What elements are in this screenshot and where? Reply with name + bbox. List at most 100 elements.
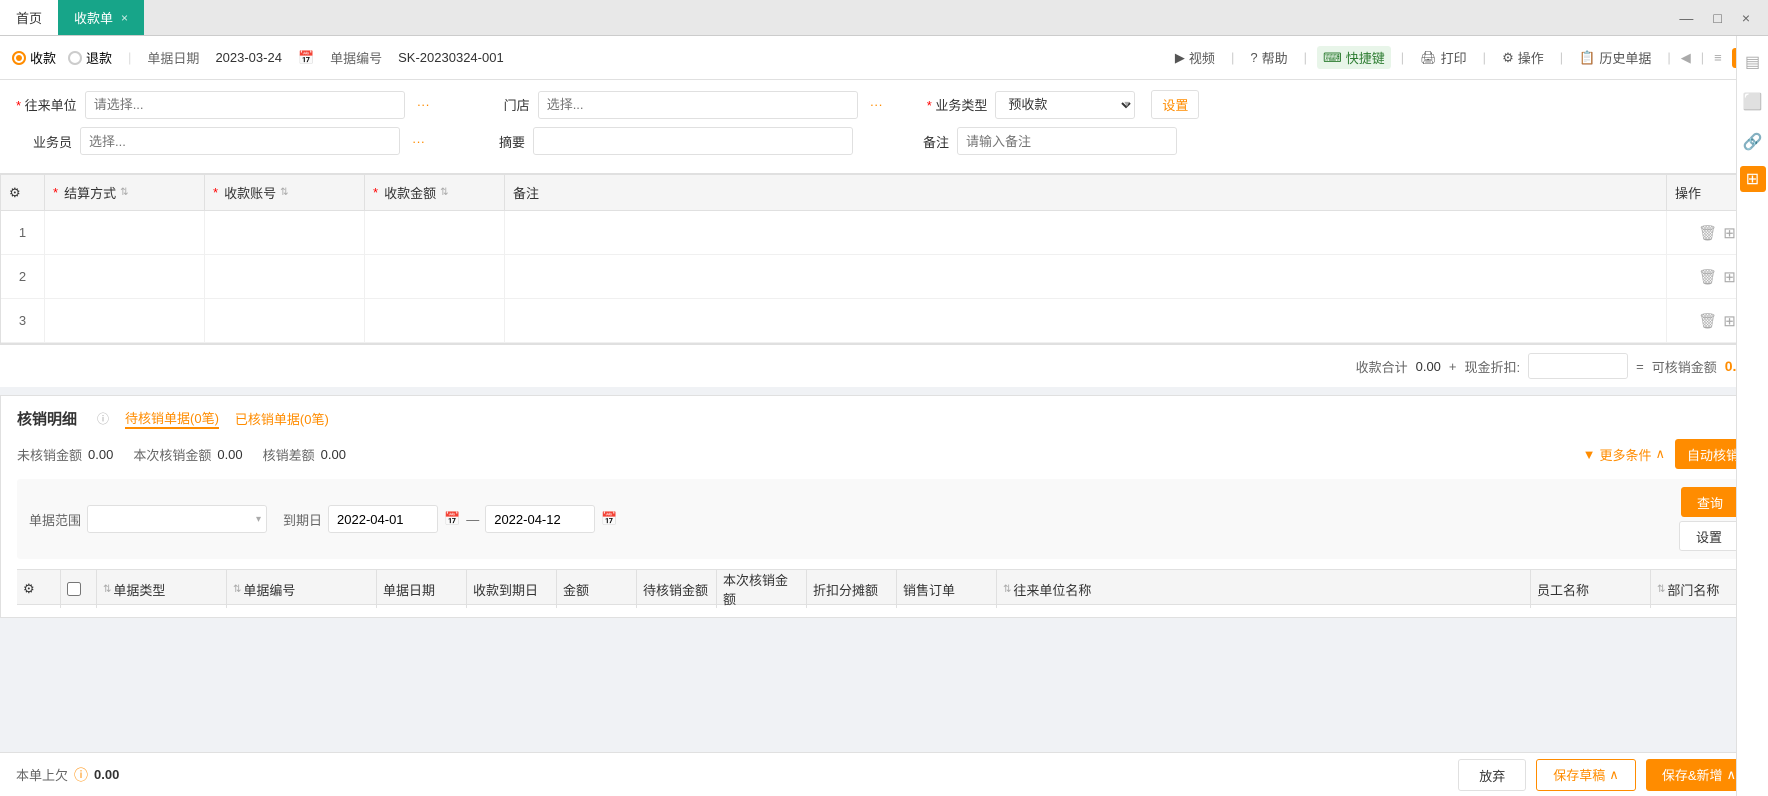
sort-icon-partner[interactable]: ⇅: [1003, 584, 1011, 595]
history-button[interactable]: 📋 历史单据: [1573, 46, 1657, 69]
row-1-copy-icon[interactable]: ⊞: [1723, 224, 1736, 242]
list-view-icon[interactable]: ≡: [1714, 50, 1722, 65]
total-label: 收款合计: [1356, 357, 1408, 376]
row-2-delete-icon[interactable]: 🗑: [1698, 268, 1717, 286]
save-draft-button[interactable]: 保存草稿 ∧: [1536, 759, 1636, 791]
row-1-settlement[interactable]: [45, 211, 205, 254]
range-select[interactable]: [87, 505, 267, 533]
row-2-settlement[interactable]: [45, 255, 205, 298]
calendar-icon[interactable]: 📅: [298, 50, 314, 66]
partner-more-icon[interactable]: ···: [413, 97, 434, 112]
biz-type-select[interactable]: 预收款: [995, 91, 1135, 119]
row-2-amount[interactable]: [365, 255, 505, 298]
notes-label: 备注: [893, 132, 949, 151]
summary-input[interactable]: [533, 127, 853, 155]
amount-sort-icon[interactable]: ⇅: [440, 187, 448, 198]
settings-button[interactable]: 设置: [1151, 90, 1199, 119]
date-value[interactable]: 2023-03-24: [215, 50, 282, 65]
row-2-remark[interactable]: [505, 255, 1667, 298]
footer-info-icon[interactable]: ⓘ: [74, 765, 88, 785]
row-2-copy-icon[interactable]: ⊞: [1723, 268, 1736, 286]
tab-close-icon[interactable]: ×: [121, 11, 128, 25]
date-to-input[interactable]: [485, 505, 595, 533]
tab-home[interactable]: 首页: [0, 0, 58, 35]
diff-amount-item: 核销差额 0.00: [263, 445, 346, 464]
row-3-delete-icon[interactable]: 🗑: [1698, 312, 1717, 330]
right-panel: ▤ ⬜ 🔗 ⊞: [1736, 36, 1768, 796]
doc-num-col: ⇅ 单据编号: [227, 570, 377, 608]
discount-label-b: 折扣分摊额: [813, 580, 878, 599]
query-button[interactable]: 查询: [1681, 487, 1739, 517]
verify-pending-tab[interactable]: 待核销单据(0笔): [125, 408, 219, 429]
right-panel-icon-4[interactable]: ⊞: [1740, 166, 1766, 192]
video-button[interactable]: ▶ 视频: [1169, 46, 1221, 69]
shop-input[interactable]: [538, 91, 858, 119]
partner-input[interactable]: [85, 91, 405, 119]
main-scroll-area: 往来单位 ··· 门店 ··· 业务类型 预收款 ▾ 设置 业务员 ··· 摘要: [0, 80, 1768, 752]
config-col[interactable]: ⚙: [17, 570, 61, 608]
discount-input[interactable]: [1528, 353, 1628, 379]
notes-input[interactable]: [957, 127, 1177, 155]
minimize-button[interactable]: —: [1673, 8, 1699, 28]
due-date-label: 收款到期日: [473, 580, 538, 599]
print-button[interactable]: 🖨 打印: [1414, 46, 1473, 69]
help-button[interactable]: ? 帮助: [1244, 46, 1293, 69]
row-1-amount[interactable]: [365, 211, 505, 254]
account-sort-icon[interactable]: ⇅: [280, 187, 288, 198]
row-1-account[interactable]: [205, 211, 365, 254]
verify-title: 核销明细: [17, 408, 77, 429]
sort-icon-docnum[interactable]: ⇅: [233, 584, 241, 595]
partner-name-label: 往来单位名称: [1013, 580, 1091, 599]
salesman-input[interactable]: [80, 127, 400, 155]
amount-col-header: * 收款金额 ⇅: [365, 175, 505, 210]
row-3-copy-icon[interactable]: ⊞: [1723, 312, 1736, 330]
verify-completed-tab[interactable]: 已核销单据(0笔): [235, 409, 329, 428]
pending-amount-label: 待核销金额: [643, 580, 708, 599]
number-value[interactable]: SK-20230324-001: [398, 50, 504, 65]
tab-receipt[interactable]: 收款单 ×: [58, 0, 144, 35]
biz-type-label: 业务类型: [927, 95, 988, 114]
right-panel-icon-2[interactable]: ⬜: [1737, 86, 1768, 118]
amount-label: 收款金额: [384, 183, 436, 202]
salesman-more-icon[interactable]: ···: [408, 134, 429, 149]
settlement-sort-icon[interactable]: ⇅: [120, 187, 128, 198]
date-from-calendar-icon[interactable]: 📅: [444, 511, 460, 527]
maximize-button[interactable]: □: [1707, 8, 1727, 28]
verify-settings-button[interactable]: 设置: [1679, 521, 1739, 551]
operation-label: 操作: [1518, 48, 1544, 67]
row-1-delete-icon[interactable]: 🗑: [1698, 224, 1717, 242]
row-3-remark[interactable]: [505, 299, 1667, 342]
row-1-remark[interactable]: [505, 211, 1667, 254]
verify-info-row: 未核销金额 0.00 本次核销金额 0.00 核销差额 0.00 ▼ 更多条件 …: [17, 439, 1751, 469]
row-3-account[interactable]: [205, 299, 365, 342]
row-3-num: 3: [1, 299, 45, 342]
more-conditions-button[interactable]: ▼ 更多条件 ∧: [1583, 445, 1665, 464]
radio-receipt[interactable]: 收款: [12, 48, 56, 67]
shortcut-button[interactable]: ⌨ 快捷键: [1317, 46, 1391, 69]
right-panel-icon-1[interactable]: ▤: [1739, 46, 1766, 78]
sort-icon-dept[interactable]: ⇅: [1657, 584, 1665, 595]
radio-refund[interactable]: 退款: [68, 48, 112, 67]
shop-more-icon[interactable]: ···: [866, 97, 887, 112]
verify-info-icon[interactable]: ⓘ: [97, 410, 109, 427]
right-panel-icon-3[interactable]: 🔗: [1737, 126, 1768, 158]
verify-section: 核销明细 ⓘ 待核销单据(0笔) 已核销单据(0笔) 未核销金额 0.00 本次…: [0, 395, 1768, 618]
current-verify-col: 本次核销金额: [717, 570, 807, 608]
amount-label-b: 金额: [563, 580, 589, 599]
row-3-amount[interactable]: [365, 299, 505, 342]
operation-button[interactable]: ⚙ 操作: [1496, 46, 1550, 69]
sort-icon-doctype[interactable]: ⇅: [103, 584, 111, 595]
date-from-input[interactable]: [328, 505, 438, 533]
abandon-button[interactable]: 放弃: [1458, 759, 1526, 791]
row-3-settlement[interactable]: [45, 299, 205, 342]
config-col-header[interactable]: ⚙: [1, 175, 45, 210]
filter-row: 单据范围 ▾ 到期日 📅 — 📅 查询 设置: [17, 479, 1751, 559]
history-icon: 📋: [1579, 50, 1595, 66]
prev-icon[interactable]: ◀: [1681, 50, 1691, 66]
date-to-calendar-icon[interactable]: 📅: [601, 511, 617, 527]
range-label: 单据范围: [29, 510, 81, 529]
select-all-checkbox[interactable]: [67, 582, 81, 596]
row-2-account[interactable]: [205, 255, 365, 298]
more-conditions-label: 更多条件: [1599, 445, 1651, 464]
close-button[interactable]: ×: [1736, 8, 1756, 28]
